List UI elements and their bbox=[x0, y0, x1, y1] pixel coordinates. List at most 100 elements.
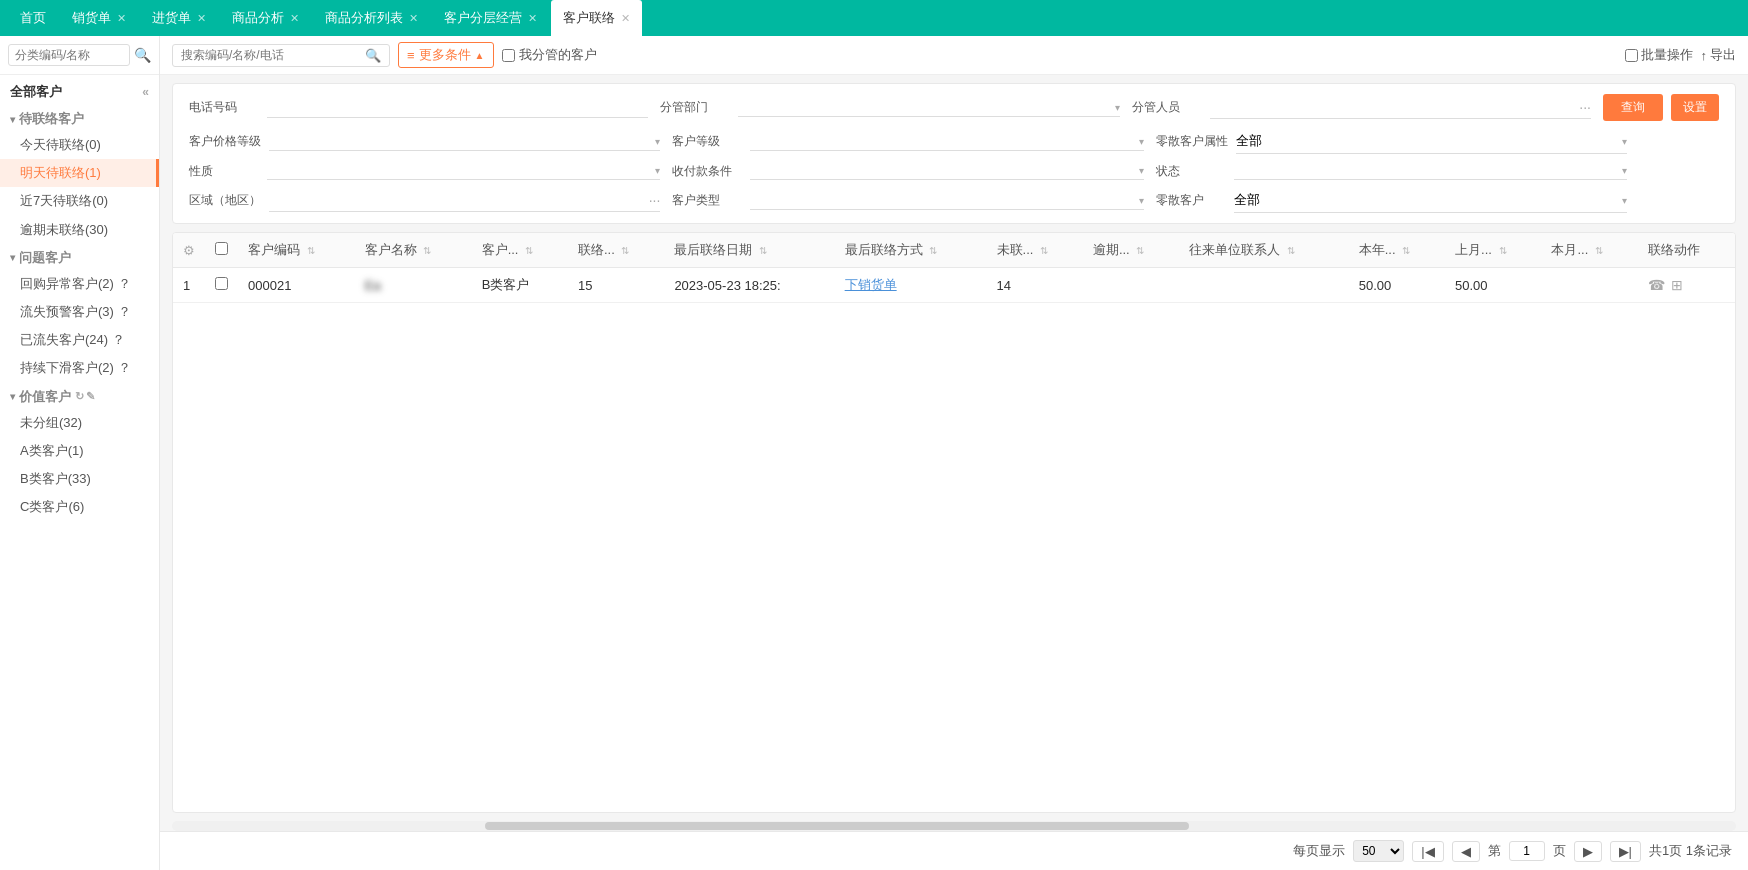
col-this-month-sort[interactable]: ⇅ bbox=[1595, 245, 1603, 256]
sidebar-item-repurchase-abnormal[interactable]: 回购异常客户(2) ？ bbox=[0, 270, 159, 298]
sidebar-value-edit[interactable]: ✎ bbox=[86, 390, 95, 403]
sidebar-search-input[interactable] bbox=[8, 44, 130, 66]
filter-retail-attr-select[interactable]: 全部▾ bbox=[1236, 129, 1627, 154]
page-number-input[interactable] bbox=[1509, 841, 1545, 861]
nav-customer-contact[interactable]: 客户联络 ✕ bbox=[551, 0, 642, 36]
filter-dept-select[interactable]: ▾ bbox=[738, 99, 1119, 117]
batch-check[interactable] bbox=[1625, 49, 1638, 62]
sidebar-collapse-btn[interactable]: « bbox=[142, 85, 149, 99]
toolbar-search-input[interactable] bbox=[181, 48, 361, 62]
filter-price-level: 客户价格等级 ▾ bbox=[189, 133, 660, 151]
filter-person-select[interactable]: ··· bbox=[1210, 96, 1591, 119]
nav-goods-analysis-close[interactable]: ✕ bbox=[290, 12, 299, 25]
filter-phone-input[interactable] bbox=[267, 97, 648, 118]
filter-customer-type-select[interactable]: ▾ bbox=[750, 192, 1143, 210]
col-code-sort[interactable]: ⇅ bbox=[307, 245, 315, 256]
col-name-sort[interactable]: ⇅ bbox=[423, 245, 431, 256]
filter-more-conditions-btn[interactable]: ≡ 更多条件 ▲ bbox=[398, 42, 494, 68]
page-unit: 页 bbox=[1553, 842, 1566, 860]
sidebar-item-overdue[interactable]: 逾期未联络(30) bbox=[0, 216, 159, 244]
my-customers-check[interactable] bbox=[502, 49, 515, 62]
nav-home[interactable]: 首页 bbox=[8, 0, 58, 36]
row-action-icons: ☎ ⊞ bbox=[1648, 277, 1725, 293]
my-customers-checkbox[interactable]: 我分管的客户 bbox=[502, 46, 597, 64]
sidebar-item-declining[interactable]: 持续下滑客户(2) ？ bbox=[0, 354, 159, 382]
query-button[interactable]: 查询 bbox=[1603, 94, 1663, 121]
row-action-phone[interactable]: ☎ bbox=[1648, 277, 1665, 293]
col-overdue-sort[interactable]: ⇅ bbox=[1136, 245, 1144, 256]
sidebar-value-refresh[interactable]: ↻ bbox=[75, 390, 84, 403]
sidebar-item-ungrouped[interactable]: 未分组(32) bbox=[0, 409, 159, 437]
select-all-checkbox[interactable] bbox=[215, 242, 228, 255]
scrollbar-thumb[interactable] bbox=[485, 822, 1189, 830]
nav-customer-tier-close[interactable]: ✕ bbox=[528, 12, 537, 25]
row-checkbox[interactable] bbox=[215, 277, 228, 290]
page-size-label: 每页显示 bbox=[1293, 842, 1345, 860]
row-actions: ☎ ⊞ bbox=[1638, 268, 1735, 303]
col-unlinkd-sort[interactable]: ⇅ bbox=[1040, 245, 1048, 256]
settings-button[interactable]: 设置 bbox=[1671, 94, 1719, 121]
col-action-header: 联络动作 bbox=[1638, 233, 1735, 268]
col-last-date-sort[interactable]: ⇅ bbox=[759, 245, 767, 256]
row-action-grid[interactable]: ⊞ bbox=[1671, 277, 1683, 293]
col-last-month-sort[interactable]: ⇅ bbox=[1499, 245, 1507, 256]
filter-person-dots[interactable]: ··· bbox=[1579, 99, 1591, 115]
export-btn[interactable]: ↑ 导出 bbox=[1701, 46, 1737, 64]
row-check[interactable] bbox=[205, 268, 238, 303]
col-last-method-sort[interactable]: ⇅ bbox=[929, 245, 937, 256]
filter-nature-select[interactable]: ▾ bbox=[267, 162, 660, 180]
nav-customer-contact-close[interactable]: ✕ bbox=[621, 12, 630, 25]
next-page-btn[interactable]: ▶ bbox=[1574, 841, 1602, 862]
col-contact-person-sort[interactable]: ⇅ bbox=[1287, 245, 1295, 256]
sidebar-item-tomorrow[interactable]: 明天待联络(1) bbox=[0, 159, 159, 187]
filter-retail-customer-label: 零散客户 bbox=[1156, 192, 1226, 209]
horizontal-scrollbar[interactable] bbox=[172, 821, 1736, 831]
batch-operations-btn[interactable]: 批量操作 bbox=[1625, 46, 1693, 64]
col-type-sort[interactable]: ⇅ bbox=[525, 245, 533, 256]
prev-page-btn[interactable]: ◀ bbox=[1452, 841, 1480, 862]
nav-purchase-close[interactable]: ✕ bbox=[197, 12, 206, 25]
nav-sales[interactable]: 销货单 ✕ bbox=[60, 0, 138, 36]
filter-region-select[interactable]: ··· bbox=[269, 189, 660, 212]
filter-retail-customer-select[interactable]: 全部▾ bbox=[1234, 188, 1627, 213]
sidebar-item-type-b[interactable]: B类客户(33) bbox=[0, 465, 159, 493]
sidebar-all-customers[interactable]: 全部客户 « bbox=[0, 75, 159, 105]
page-size-select[interactable]: 50 100 200 bbox=[1353, 840, 1404, 862]
first-page-btn[interactable]: |◀ bbox=[1412, 841, 1443, 862]
sidebar-item-type-a[interactable]: A类客户(1) bbox=[0, 437, 159, 465]
sidebar-item-today[interactable]: 今天待联络(0) bbox=[0, 131, 159, 159]
table-settings-icon[interactable]: ⚙ bbox=[183, 243, 195, 258]
toolbar-search-icon[interactable]: 🔍 bbox=[365, 48, 381, 63]
sidebar-item-type-c[interactable]: C类客户(6) bbox=[0, 493, 159, 521]
row-unlinkd: 14 bbox=[987, 268, 1083, 303]
row-last-method-link[interactable]: 下销货单 bbox=[845, 277, 897, 292]
filter-price-level-select[interactable]: ▾ bbox=[269, 133, 660, 151]
filter-dept-label: 分管部门 bbox=[660, 99, 730, 116]
col-last-date-header: 最后联络日期 ⇅ bbox=[664, 233, 834, 268]
data-table-container: ⚙ 客户编码 ⇅ 客户名称 ⇅ bbox=[172, 232, 1736, 813]
filter-retail-attr: 零散客户属性 全部▾ bbox=[1156, 129, 1627, 154]
col-this-year-sort[interactable]: ⇅ bbox=[1402, 245, 1410, 256]
nav-goods-analysis-list[interactable]: 商品分析列表 ✕ bbox=[313, 0, 430, 36]
sidebar-search-icon[interactable]: 🔍 bbox=[134, 47, 151, 63]
row-last-method[interactable]: 下销货单 bbox=[835, 268, 987, 303]
nav-goods-analysis[interactable]: 商品分析 ✕ bbox=[220, 0, 311, 36]
sidebar-item-loss-warning[interactable]: 流失预警客户(3) ？ bbox=[0, 298, 159, 326]
nav-goods-analysis-list-close[interactable]: ✕ bbox=[409, 12, 418, 25]
col-check-header[interactable] bbox=[205, 233, 238, 268]
sidebar-item-lost[interactable]: 已流失客户(24) ？ bbox=[0, 326, 159, 354]
last-page-btn[interactable]: ▶| bbox=[1610, 841, 1641, 862]
filter-payment-select[interactable]: ▾ bbox=[750, 162, 1143, 180]
nav-sales-close[interactable]: ✕ bbox=[117, 12, 126, 25]
filter-region-dots[interactable]: ··· bbox=[649, 192, 661, 208]
sidebar-item-week[interactable]: 近7天待联络(0) bbox=[0, 187, 159, 215]
filter-customer-level-select[interactable]: ▾ bbox=[750, 133, 1143, 151]
toolbar-search-box: 🔍 bbox=[172, 44, 390, 67]
export-icon: ↑ bbox=[1701, 48, 1708, 63]
row-this-year: 50.00 bbox=[1349, 268, 1445, 303]
col-settings-header[interactable]: ⚙ bbox=[173, 233, 205, 268]
nav-purchase[interactable]: 进货单 ✕ bbox=[140, 0, 218, 36]
filter-status-select[interactable]: ▾ bbox=[1234, 162, 1627, 180]
col-contact-sort[interactable]: ⇅ bbox=[621, 245, 629, 256]
nav-customer-tier[interactable]: 客户分层经营 ✕ bbox=[432, 0, 549, 36]
